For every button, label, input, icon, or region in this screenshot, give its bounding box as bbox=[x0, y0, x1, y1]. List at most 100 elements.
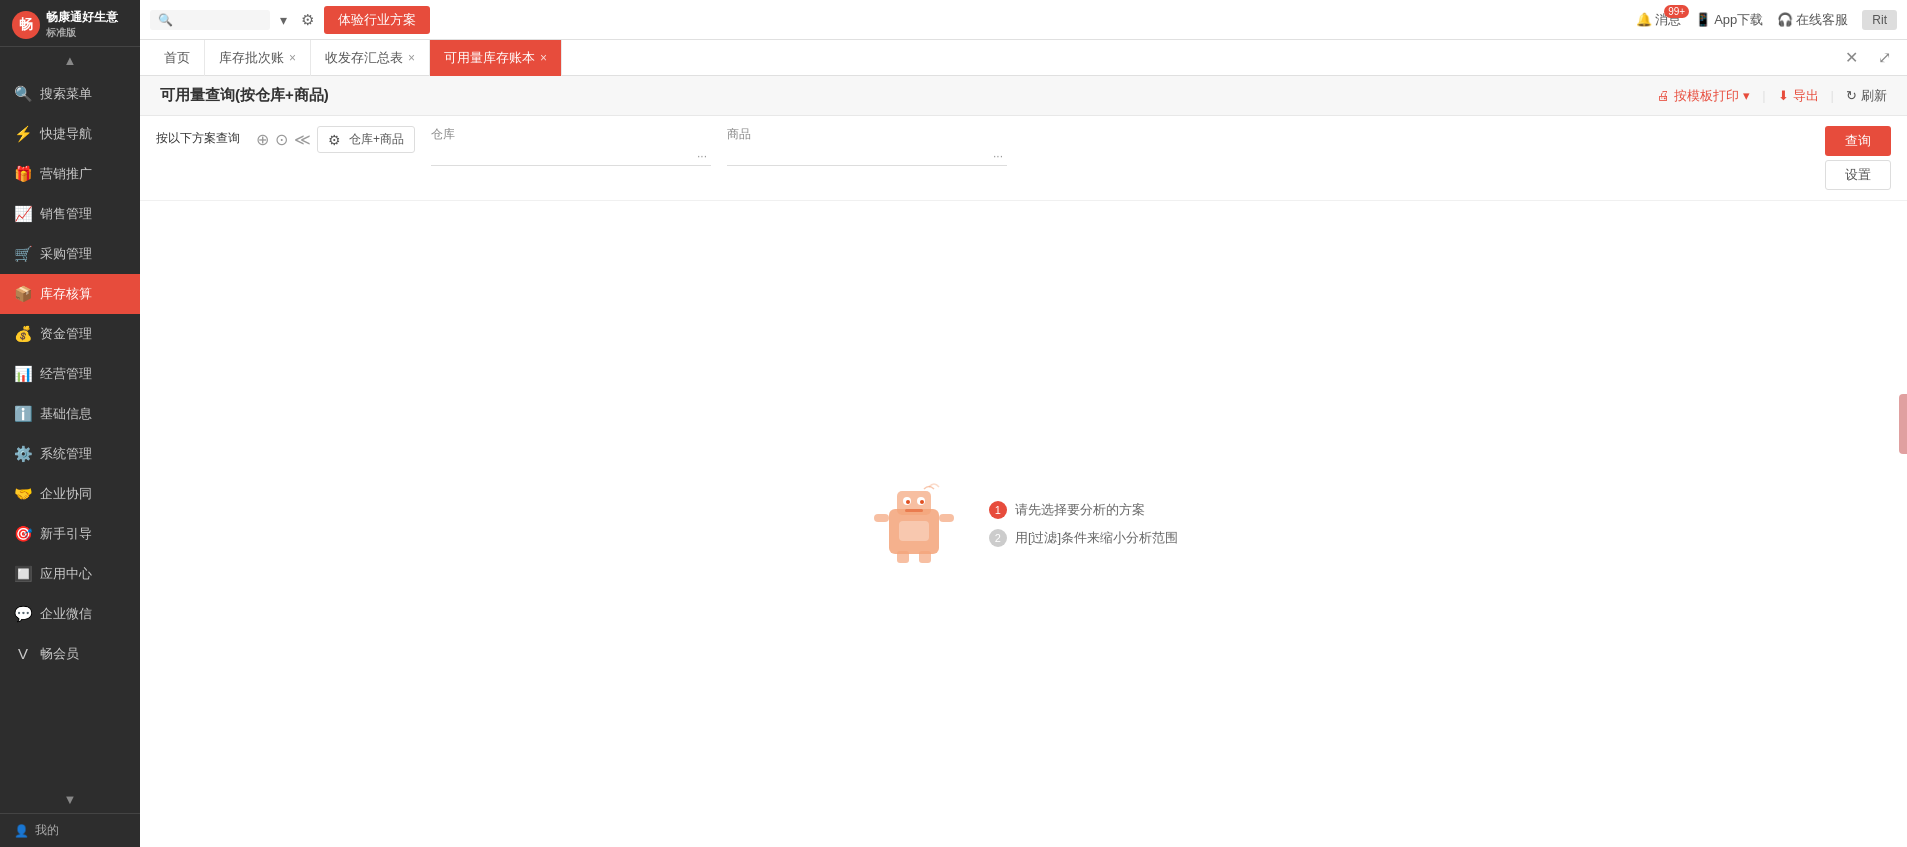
scheme-icon: ⚙ bbox=[328, 132, 344, 148]
empty-tip-2: 2 用[过滤]条件来缩小分析范围 bbox=[989, 529, 1178, 547]
tab-available-stock-close[interactable]: × bbox=[540, 52, 547, 64]
topbar-right-actions: 🔔 消息 99+ 📱 App下载 🎧 在线客服 Rit bbox=[1636, 10, 1897, 30]
enterprise-wx-icon: 💬 bbox=[14, 605, 32, 623]
sidebar-item-system-mgmt[interactable]: ⚙️ 系统管理 bbox=[0, 434, 140, 474]
tip-num-2: 2 bbox=[989, 529, 1007, 547]
empty-illustration: 1 请先选择要分析的方案 2 用[过滤]条件来缩小分析范围 bbox=[869, 479, 1178, 569]
finance-mgmt-icon: 💰 bbox=[14, 325, 32, 343]
sidebar-item-vip-member[interactable]: V 畅会员 bbox=[0, 634, 140, 674]
vip-member-icon: V bbox=[14, 645, 32, 663]
topbar-gear-icon[interactable]: ⚙ bbox=[297, 11, 318, 29]
scheme-warehouse-goods[interactable]: ⚙ 仓库+商品 bbox=[317, 126, 415, 153]
system-mgmt-icon: ⚙️ bbox=[14, 445, 32, 463]
tip-text-1: 请先选择要分析的方案 bbox=[1015, 501, 1145, 519]
purchase-mgmt-label: 采购管理 bbox=[40, 245, 92, 263]
refresh-icon: ↻ bbox=[1846, 88, 1857, 103]
warehouse-field: 仓库 ··· bbox=[431, 126, 711, 166]
export-btn[interactable]: ⬇ 导出 bbox=[1778, 87, 1819, 105]
tab-receipt-summary[interactable]: 收发存汇总表 × bbox=[311, 40, 430, 76]
sidebar-bottom-user[interactable]: 👤 我的 bbox=[0, 813, 140, 847]
sidebar-item-shortcut[interactable]: ⚡ 快捷导航 bbox=[0, 114, 140, 154]
user-icon: 👤 bbox=[14, 824, 29, 838]
goods-input[interactable] bbox=[727, 148, 985, 163]
tab-batch-account-close[interactable]: × bbox=[289, 52, 296, 64]
app-center-label: 应用中心 bbox=[40, 565, 92, 583]
topbar-dropdown-icon[interactable]: ▾ bbox=[276, 12, 291, 28]
sidebar-item-purchase-mgmt[interactable]: 🛒 采购管理 bbox=[0, 234, 140, 274]
scheme-collapse-btn[interactable]: ≪ bbox=[294, 130, 311, 149]
filter-actions: 查询 设置 bbox=[1825, 126, 1891, 190]
svg-rect-9 bbox=[897, 551, 909, 563]
add-scheme-btn[interactable]: ⊕ bbox=[256, 130, 269, 149]
sidebar-item-inventory-mgmt[interactable]: 📦 库存核算 bbox=[0, 274, 140, 314]
sidebar-item-new-guide[interactable]: 🎯 新手引导 bbox=[0, 514, 140, 554]
svg-rect-11 bbox=[899, 521, 929, 541]
sidebar-item-sales-mgmt[interactable]: 📈 销售管理 bbox=[0, 194, 140, 234]
user-profile[interactable]: Rit bbox=[1862, 10, 1897, 30]
right-scroll-indicator[interactable] bbox=[1899, 394, 1907, 454]
sales-mgmt-label: 销售管理 bbox=[40, 205, 92, 223]
purchase-mgmt-icon: 🛒 bbox=[14, 245, 32, 263]
sidebar-item-operations-mgmt[interactable]: 📊 经营管理 bbox=[0, 354, 140, 394]
expand-tabs-btn[interactable]: ⤢ bbox=[1872, 48, 1897, 67]
scroll-up-btn[interactable]: ▲ bbox=[0, 47, 140, 74]
svg-rect-10 bbox=[919, 551, 931, 563]
tab-available-stock[interactable]: 可用量库存账本 × bbox=[430, 40, 562, 76]
marketing-promo-label: 营销推广 bbox=[40, 165, 92, 183]
export-label: 导出 bbox=[1793, 87, 1819, 105]
inventory-mgmt-icon: 📦 bbox=[14, 285, 32, 303]
print-dropdown-icon: ▾ bbox=[1743, 88, 1750, 103]
tip-text-2: 用[过滤]条件来缩小分析范围 bbox=[1015, 529, 1178, 547]
headset-icon: 🎧 bbox=[1777, 12, 1793, 27]
notification-badge: 99+ bbox=[1664, 5, 1689, 18]
sidebar-item-basic-info[interactable]: ℹ️ 基础信息 bbox=[0, 394, 140, 434]
sidebar-item-enterprise-coop[interactable]: 🤝 企业协同 bbox=[0, 474, 140, 514]
sidebar-item-finance-mgmt[interactable]: 💰 资金管理 bbox=[0, 314, 140, 354]
refresh-btn[interactable]: ↻ 刷新 bbox=[1846, 87, 1887, 105]
goods-more-btn[interactable]: ··· bbox=[989, 149, 1007, 163]
vip-member-label: 畅会员 bbox=[40, 645, 79, 663]
enterprise-coop-icon: 🤝 bbox=[14, 485, 32, 503]
sidebar-item-app-center[interactable]: 🔲 应用中心 bbox=[0, 554, 140, 594]
topbar: 🔍 ▾ ⚙ 体验行业方案 🔔 消息 99+ 📱 App下载 🎧 在线客服 Rit bbox=[140, 0, 1907, 40]
app-logo: 畅 畅康通好生意 标准版 bbox=[0, 0, 140, 47]
query-button[interactable]: 查询 bbox=[1825, 126, 1891, 156]
enterprise-coop-label: 企业协同 bbox=[40, 485, 92, 503]
industry-solution-button[interactable]: 体验行业方案 bbox=[324, 6, 430, 34]
page-header: 可用量查询(按仓库+商品) 🖨 按模板打印 ▾ | ⬇ 导出 | ↻ 刷新 bbox=[140, 76, 1907, 116]
phone-icon: 📱 bbox=[1695, 12, 1711, 27]
basic-info-icon: ℹ️ bbox=[14, 405, 32, 423]
scroll-down-btn[interactable]: ▼ bbox=[0, 786, 140, 813]
scheme-settings-btn[interactable]: ⊙ bbox=[275, 130, 288, 149]
filter-row-label: 按以下方案查询 bbox=[156, 130, 240, 147]
filter-schemes: ⊕ ⊙ ≪ ⚙ 仓库+商品 bbox=[256, 126, 415, 153]
app-download-link[interactable]: 📱 App下载 bbox=[1695, 11, 1763, 29]
page-title: 可用量查询(按仓库+商品) bbox=[160, 86, 329, 105]
warehouse-label: 仓库 bbox=[431, 126, 711, 143]
empty-tips: 1 请先选择要分析的方案 2 用[过滤]条件来缩小分析范围 bbox=[989, 501, 1178, 547]
notification-bell[interactable]: 🔔 消息 99+ bbox=[1636, 11, 1681, 29]
tabs-right-controls: ✕ ⤢ bbox=[1839, 48, 1897, 67]
sidebar-item-search[interactable]: 🔍 搜索菜单 bbox=[0, 74, 140, 114]
tip-num-1: 1 bbox=[989, 501, 1007, 519]
online-service-link[interactable]: 🎧 在线客服 bbox=[1777, 11, 1848, 29]
username-text: Rit bbox=[1872, 13, 1887, 27]
topbar-search[interactable]: 🔍 bbox=[150, 10, 270, 30]
warehouse-more-btn[interactable]: ··· bbox=[693, 149, 711, 163]
tab-batch-account[interactable]: 库存批次账 × bbox=[205, 40, 311, 76]
scheme-label: 仓库+商品 bbox=[349, 131, 404, 148]
sidebar-item-marketing-promo[interactable]: 🎁 营销推广 bbox=[0, 154, 140, 194]
print-template-label: 按模板打印 bbox=[1674, 87, 1739, 105]
logo-icon: 畅 bbox=[12, 11, 40, 39]
app-center-icon: 🔲 bbox=[14, 565, 32, 583]
tab-batch-account-label: 库存批次账 bbox=[219, 49, 284, 67]
print-template-btn[interactable]: 🖨 按模板打印 ▾ bbox=[1657, 87, 1750, 105]
tab-home[interactable]: 首页 bbox=[150, 40, 205, 76]
print-icon: 🖨 bbox=[1657, 88, 1670, 103]
close-all-tabs-btn[interactable]: ✕ bbox=[1839, 48, 1864, 67]
settings-button[interactable]: 设置 bbox=[1825, 160, 1891, 190]
warehouse-input[interactable] bbox=[431, 148, 689, 163]
tab-receipt-summary-close[interactable]: × bbox=[408, 52, 415, 64]
svg-point-4 bbox=[906, 500, 910, 504]
sidebar-item-enterprise-wx[interactable]: 💬 企业微信 bbox=[0, 594, 140, 634]
